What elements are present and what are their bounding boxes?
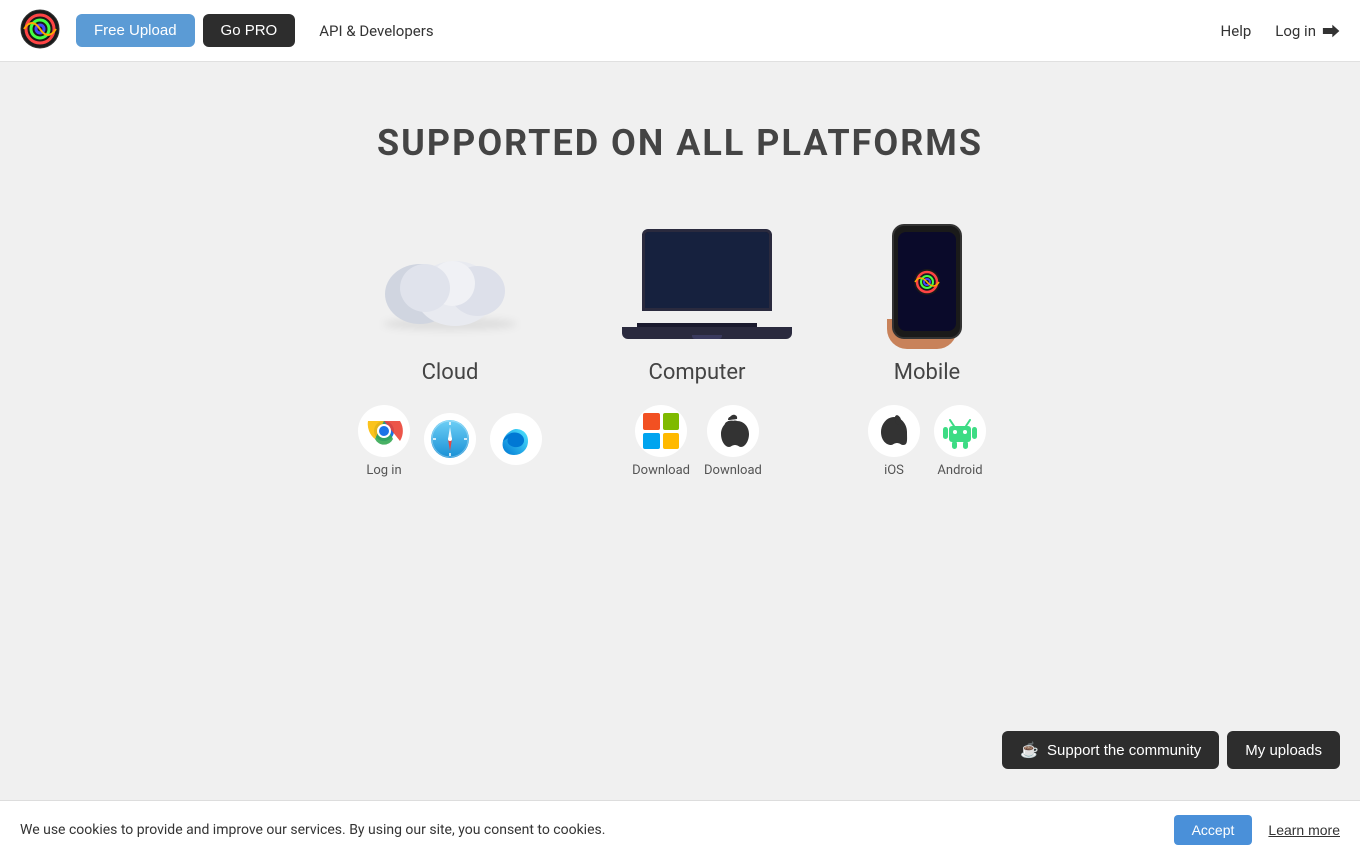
- login-icon: ⮕: [1322, 18, 1340, 44]
- windows-tile-2: [663, 413, 680, 430]
- apple-computer-label: Download: [704, 463, 762, 478]
- platform-computer: Computer Download: [622, 224, 772, 478]
- api-developers-link[interactable]: API & Developers: [319, 22, 433, 40]
- ios-label: iOS: [884, 463, 904, 478]
- phone-body: [892, 224, 962, 339]
- go-pro-button[interactable]: Go PRO: [203, 14, 296, 47]
- login-label: Log in: [1275, 22, 1316, 40]
- chrome-icon: [358, 405, 410, 457]
- logo[interactable]: [20, 9, 76, 53]
- platforms-row: Cloud Log in: [130, 224, 1230, 478]
- windows-tile-1: [643, 413, 660, 430]
- main-content: SUPPORTED ON ALL PLATFORMS Cloud: [0, 62, 1360, 762]
- ios-icon-item[interactable]: iOS: [868, 405, 920, 478]
- section-title: SUPPORTED ON ALL PLATFORMS: [377, 122, 983, 164]
- cloud-puff-5: [400, 264, 450, 312]
- laptop-art: [622, 229, 772, 339]
- cloud-illustration: [375, 224, 525, 344]
- cloud-art: [375, 234, 525, 334]
- platform-cloud: Cloud Log in: [358, 224, 542, 478]
- header: Free Upload Go PRO API & Developers Help…: [0, 0, 1360, 62]
- laptop-screen-inner: [645, 232, 769, 308]
- edge-icon: [490, 413, 542, 465]
- laptop-base: [622, 327, 792, 339]
- learn-more-button[interactable]: Learn more: [1268, 822, 1340, 838]
- android-icon: [934, 405, 986, 457]
- platform-mobile: Mobile iOS: [852, 224, 1002, 478]
- cookie-banner: We use cookies to provide and improve ou…: [0, 800, 1360, 859]
- android-icon-item[interactable]: Android: [934, 405, 986, 478]
- computer-icons: Download Download: [632, 405, 762, 478]
- mobile-label: Mobile: [894, 360, 960, 385]
- mobile-icons: iOS: [868, 405, 986, 478]
- accept-button[interactable]: Accept: [1174, 815, 1253, 845]
- laptop-notch: [692, 335, 722, 339]
- laptop-illustration: [622, 224, 772, 344]
- support-community-button[interactable]: ☕ Support the community: [1002, 731, 1219, 769]
- header-right: Help Log in ⮕: [1221, 18, 1340, 44]
- help-link[interactable]: Help: [1221, 22, 1252, 40]
- windows-tile-4: [663, 433, 680, 450]
- apple-computer-icon-item[interactable]: Download: [704, 405, 762, 478]
- phone-illustration: [852, 224, 1002, 344]
- windows-icon-item[interactable]: Download: [632, 405, 690, 478]
- free-upload-button[interactable]: Free Upload: [76, 14, 195, 47]
- safari-icon: [424, 413, 476, 465]
- chrome-label: Log in: [366, 463, 401, 478]
- cookie-text: We use cookies to provide and improve ou…: [20, 822, 1158, 838]
- my-uploads-button[interactable]: My uploads: [1227, 731, 1340, 769]
- computer-label: Computer: [649, 360, 746, 385]
- footer-actions: ☕ Support the community My uploads: [1002, 731, 1340, 769]
- support-label: Support the community: [1047, 742, 1201, 759]
- support-icon: ☕: [1020, 741, 1039, 759]
- phone-screen: [898, 232, 956, 331]
- cloud-icons: Log in: [358, 405, 542, 478]
- login-link[interactable]: Log in ⮕: [1275, 18, 1340, 44]
- windows-tile-3: [643, 433, 660, 450]
- safari-icon-item[interactable]: [424, 413, 476, 471]
- laptop-screen: [642, 229, 772, 311]
- windows-label: Download: [632, 463, 690, 478]
- chrome-icon-item[interactable]: Log in: [358, 405, 410, 478]
- edge-icon-item[interactable]: [490, 413, 542, 471]
- cloud-label: Cloud: [422, 360, 479, 385]
- android-label: Android: [937, 463, 982, 478]
- ios-icon: [868, 405, 920, 457]
- windows-icon: [635, 405, 687, 457]
- apple-computer-icon: [707, 405, 759, 457]
